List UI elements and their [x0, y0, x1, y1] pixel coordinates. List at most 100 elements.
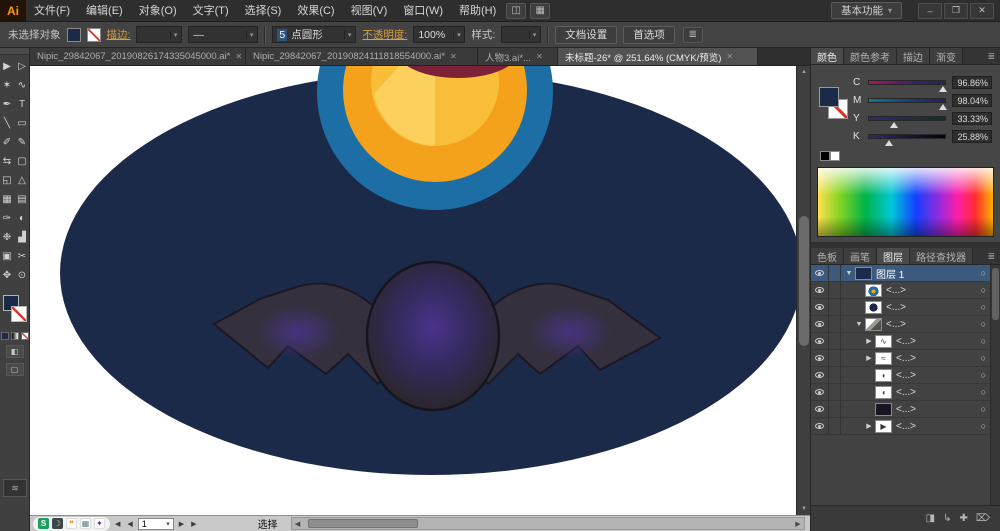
- cyan-slider[interactable]: [868, 79, 947, 92]
- ime-keyboard-icon[interactable]: ▦: [80, 518, 91, 529]
- target-circle[interactable]: ○: [981, 421, 986, 431]
- control-panel-menu-icon[interactable]: ≣: [682, 26, 703, 43]
- make-mask-icon[interactable]: ◨: [926, 513, 935, 524]
- black-value[interactable]: 25.88%: [952, 129, 992, 143]
- expand-arrow[interactable]: ▶: [863, 422, 875, 430]
- document-setup-button[interactable]: 文档设置: [555, 25, 618, 44]
- layer-row[interactable]: ◖ <...> ○: [811, 384, 990, 401]
- yellow-slider[interactable]: [868, 115, 946, 128]
- layer-row[interactable]: <...> ○: [811, 401, 990, 418]
- expand-arrow[interactable]: ▶: [863, 354, 875, 362]
- scroll-down-icon[interactable]: ▼: [797, 503, 811, 515]
- direct-selection-tool[interactable]: ▷: [15, 57, 30, 76]
- layer-name[interactable]: <...>: [896, 336, 977, 347]
- expand-arrow[interactable]: ▼: [843, 270, 855, 277]
- shape-builder-tool[interactable]: ◱: [0, 171, 15, 190]
- visibility-toggle[interactable]: [811, 350, 829, 366]
- menu-effect[interactable]: 效果(C): [289, 0, 342, 22]
- close-icon[interactable]: ✕: [235, 52, 242, 61]
- vertical-scrollbar[interactable]: ▲ ▼: [796, 66, 810, 515]
- selection-tool[interactable]: ▶: [0, 57, 15, 76]
- tab-layers[interactable]: 图层: [877, 248, 910, 264]
- layer-name[interactable]: <...>: [896, 387, 977, 398]
- stroke-swatch[interactable]: [11, 306, 27, 322]
- panel-menu-icon[interactable]: ≣: [982, 248, 1000, 264]
- white-swatch[interactable]: [830, 151, 840, 161]
- target-circle[interactable]: ○: [981, 353, 986, 363]
- h-scroll-thumb[interactable]: [307, 519, 418, 528]
- delete-layer-icon[interactable]: ⌦: [976, 513, 990, 524]
- menu-window[interactable]: 窗口(W): [395, 0, 451, 22]
- tab-brushes[interactable]: 画笔: [844, 248, 877, 264]
- new-sublayer-icon[interactable]: ↳: [943, 513, 951, 524]
- slider-thumb[interactable]: [890, 121, 899, 128]
- slider-thumb[interactable]: [938, 85, 947, 92]
- style-combo[interactable]: ▾: [501, 26, 542, 43]
- visibility-toggle[interactable]: [811, 282, 829, 298]
- tab-stroke[interactable]: 描边: [897, 48, 930, 64]
- screen-mode-button[interactable]: ▢: [5, 363, 24, 376]
- tab-color-guide[interactable]: 颜色参考: [844, 48, 897, 64]
- expand-arrow[interactable]: ▼: [853, 321, 865, 328]
- bridge-icon[interactable]: ◫: [506, 2, 527, 19]
- close-icon[interactable]: ✕: [726, 52, 733, 61]
- free-transform-tool[interactable]: ▢: [15, 152, 30, 171]
- collapsed-panel-icon[interactable]: ≋: [3, 479, 27, 497]
- tab-color[interactable]: 颜色: [811, 48, 844, 64]
- magenta-value[interactable]: 98.04%: [952, 93, 992, 107]
- layer-row[interactable]: ◖ <...> ○: [811, 367, 990, 384]
- type-tool[interactable]: T: [15, 95, 30, 114]
- visibility-toggle[interactable]: [811, 299, 829, 315]
- lock-toggle[interactable]: [829, 350, 841, 366]
- ime-sogou-icon[interactable]: S: [38, 518, 49, 529]
- scroll-up-icon[interactable]: ▲: [797, 66, 811, 78]
- layer-row[interactable]: ▶ ∿ <...> ○: [811, 333, 990, 350]
- menu-view[interactable]: 视图(V): [343, 0, 396, 22]
- hand-tool[interactable]: ✥: [0, 266, 15, 285]
- pencil-tool[interactable]: ✎: [15, 133, 30, 152]
- layer-name[interactable]: <...>: [896, 353, 977, 364]
- menu-help[interactable]: 帮助(H): [451, 0, 504, 22]
- layer-name[interactable]: <...>: [896, 421, 977, 432]
- panel-fill-swatch[interactable]: [819, 87, 839, 107]
- visibility-toggle[interactable]: [811, 418, 829, 434]
- layer-row[interactable]: ▶ ≈ <...> ○: [811, 350, 990, 367]
- gradient-mode-button[interactable]: [10, 332, 19, 340]
- menu-edit[interactable]: 编辑(E): [78, 0, 131, 22]
- target-circle[interactable]: ○: [981, 302, 986, 312]
- stroke-link[interactable]: 描边:: [107, 27, 131, 42]
- close-icon[interactable]: ✕: [536, 52, 543, 61]
- none-mode-button[interactable]: [20, 332, 29, 340]
- layer-thumbnail[interactable]: ◖: [875, 368, 892, 382]
- layer-row[interactable]: ▼ <...> ○: [811, 316, 990, 333]
- layer-row[interactable]: <...> ○: [811, 299, 990, 316]
- visibility-toggle[interactable]: [811, 333, 829, 349]
- minimize-button[interactable]: –: [918, 2, 942, 19]
- visibility-toggle[interactable]: [811, 401, 829, 417]
- layers-scrollbar[interactable]: [990, 265, 1000, 505]
- layer-name[interactable]: <...>: [896, 370, 977, 381]
- lasso-tool[interactable]: ∿: [15, 76, 30, 95]
- canvas[interactable]: [30, 66, 796, 515]
- mesh-tool[interactable]: ▦: [0, 190, 15, 209]
- target-circle[interactable]: ○: [981, 285, 986, 295]
- workspace-switcher[interactable]: 基本功能 ▾: [830, 2, 902, 19]
- line-segment-tool[interactable]: ╲: [0, 114, 15, 133]
- restore-button[interactable]: ❐: [944, 2, 968, 19]
- column-graph-tool[interactable]: ▟: [15, 228, 30, 247]
- lock-toggle[interactable]: [829, 384, 841, 400]
- menu-select[interactable]: 选择(S): [237, 0, 290, 22]
- lock-toggle[interactable]: [829, 316, 841, 332]
- black-swatch[interactable]: [820, 151, 830, 161]
- layer-row[interactable]: ▶ ▶ <...> ○: [811, 418, 990, 435]
- target-circle[interactable]: ○: [981, 319, 986, 329]
- symbol-sprayer-tool[interactable]: ❉: [0, 228, 15, 247]
- visibility-toggle[interactable]: [811, 316, 829, 332]
- ime-moon-icon[interactable]: ☽: [52, 518, 63, 529]
- layer-thumbnail[interactable]: ▶: [875, 419, 892, 433]
- visibility-toggle[interactable]: [811, 265, 829, 281]
- drawing-mode-button[interactable]: ◧: [5, 345, 24, 358]
- layer-name[interactable]: <...>: [896, 404, 977, 415]
- lock-toggle[interactable]: [829, 299, 841, 315]
- layers-scroll-thumb[interactable]: [992, 268, 999, 320]
